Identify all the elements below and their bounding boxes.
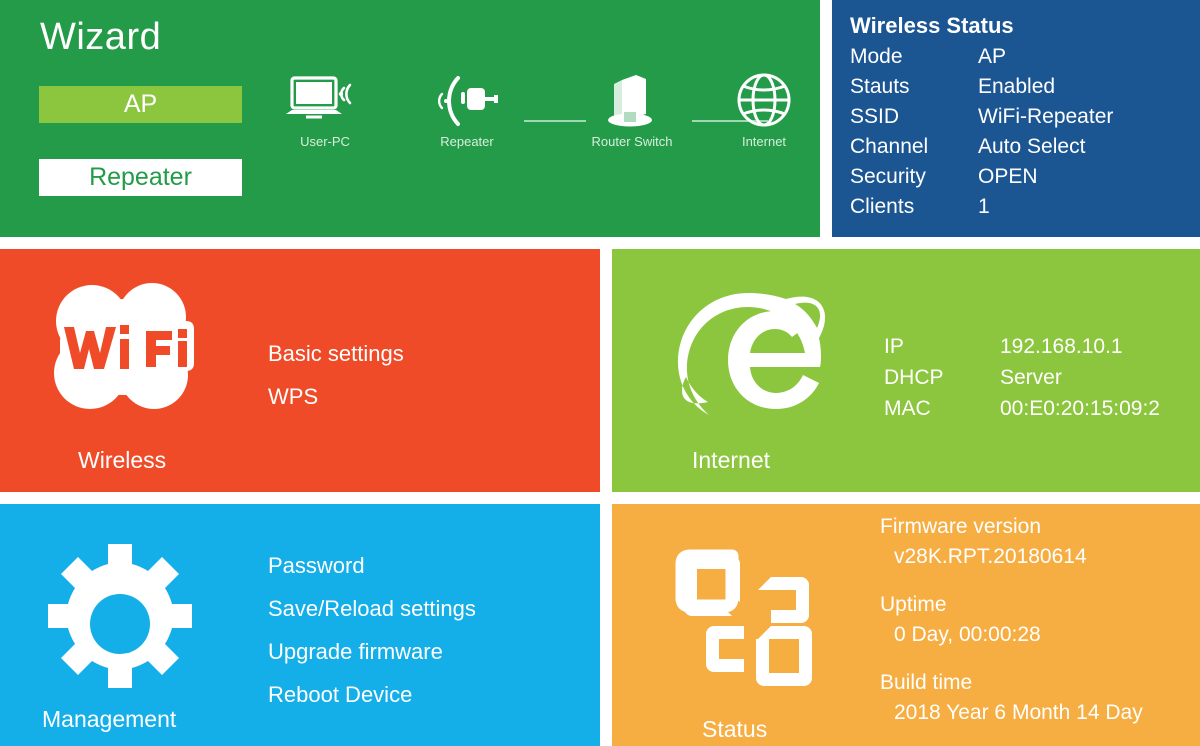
status-value: 2018 Year 6 Month 14 Day — [894, 701, 1143, 724]
wireless-status-value: 1 — [978, 195, 990, 218]
status-value: v28K.RPT.20180614 — [894, 545, 1087, 568]
router-dashboard: Wizard AP Repeater User-PC Repeater Rout… — [0, 0, 1200, 746]
status-label: Firmware version — [880, 515, 1042, 538]
wizard-panel: Wizard AP Repeater User-PC Repeater Rout… — [0, 0, 820, 237]
link-wps[interactable]: WPS — [268, 375, 404, 418]
tile-internet[interactable]: Internet IP 192.168.10.1 DHCP Server MAC… — [612, 249, 1200, 492]
mode-button-ap[interactable]: AP — [39, 86, 242, 123]
wireless-status-value: AP — [978, 45, 1007, 68]
office-squares-icon — [674, 546, 824, 701]
tile-status-info: Firmware version v28K.RPT.20180614 Uptim… — [880, 512, 1143, 746]
network-topology-diagram: User-PC Repeater Router Switch Internet — [262, 70, 820, 170]
internet-value: 00:E0:20:15:09:2 — [1000, 397, 1160, 420]
link-password[interactable]: Password — [268, 544, 476, 587]
tile-internet-caption: Internet — [692, 447, 770, 473]
mode-button-repeater[interactable]: Repeater — [39, 159, 242, 196]
topology-node-internet: Internet — [714, 70, 814, 149]
wireless-status-row-channel: Channel Auto Select — [850, 135, 1190, 165]
wireless-status-row-status: Stauts Enabled — [850, 75, 1190, 105]
status-group-uptime: Uptime 0 Day, 00:00:28 — [880, 590, 1143, 650]
internet-key: IP — [884, 335, 904, 358]
topology-node-repeater-label: Repeater — [440, 134, 494, 149]
internet-key: MAC — [884, 397, 931, 420]
wireless-status-rows: Mode AP Stauts Enabled SSID WiFi-Repeate… — [850, 45, 1190, 225]
repeater-antenna-icon — [412, 70, 522, 132]
internet-row-ip: IP 192.168.10.1 — [884, 331, 1160, 362]
topology-node-user-pc: User-PC — [270, 70, 380, 149]
wireless-status-title: Wireless Status — [850, 13, 1014, 38]
wireless-status-panel: Wireless Status Mode AP Stauts Enabled S… — [832, 0, 1200, 237]
status-label: Build time — [880, 671, 973, 694]
mode-button-repeater-label: Repeater — [89, 163, 192, 191]
globe-icon — [714, 70, 814, 132]
wireless-status-row-clients: Clients 1 — [850, 195, 1190, 225]
wireless-status-key: Security — [850, 165, 926, 188]
link-basic-settings[interactable]: Basic settings — [268, 332, 404, 375]
laptop-wifi-icon — [270, 70, 380, 132]
wireless-status-key: SSID — [850, 105, 900, 128]
tile-management-links: Password Save/Reload settings Upgrade fi… — [268, 544, 476, 716]
tile-wireless-links: Basic settings WPS — [268, 332, 404, 418]
link-upgrade-firmware[interactable]: Upgrade firmware — [268, 630, 476, 673]
wireless-status-row-security: Security OPEN — [850, 165, 1190, 195]
gear-icon — [36, 540, 204, 713]
topology-node-user-pc-label: User-PC — [300, 134, 350, 149]
wireless-status-value: WiFi-Repeater — [978, 105, 1114, 128]
link-reboot-device[interactable]: Reboot Device — [268, 673, 476, 716]
wireless-status-key: Channel — [850, 135, 929, 158]
mode-button-ap-label: AP — [123, 90, 158, 118]
wireless-status-key: Mode — [850, 45, 903, 68]
wifi-logo-icon — [34, 277, 224, 422]
link-save-reload-settings[interactable]: Save/Reload settings — [268, 587, 476, 630]
status-group-build-time: Build time 2018 Year 6 Month 14 Day — [880, 668, 1143, 728]
wireless-status-value: Auto Select — [978, 135, 1086, 158]
status-group-firmware-version: Firmware version v28K.RPT.20180614 — [880, 512, 1143, 572]
status-value: 0 Day, 00:00:28 — [894, 623, 1041, 646]
internet-explorer-e-icon — [664, 271, 836, 446]
wireless-status-value: Enabled — [978, 75, 1056, 98]
internet-value: Server — [1000, 366, 1062, 389]
wireless-status-key: Stauts — [850, 75, 910, 98]
router-switch-icon — [574, 70, 690, 132]
page-title: Wizard — [40, 16, 162, 58]
tile-management-caption: Management — [42, 706, 177, 732]
tile-internet-info: IP 192.168.10.1 DHCP Server MAC 00:E0:20… — [884, 331, 1160, 424]
status-label: Uptime — [880, 593, 947, 616]
internet-row-mac: MAC 00:E0:20:15:09:2 — [884, 393, 1160, 424]
internet-key: DHCP — [884, 366, 944, 389]
internet-row-dhcp: DHCP Server — [884, 362, 1160, 393]
tile-management[interactable]: Management Password Save/Reload settings… — [0, 504, 600, 746]
wireless-status-value: OPEN — [978, 165, 1038, 188]
topology-node-router-switch: Router Switch — [574, 70, 690, 149]
wireless-status-key: Clients — [850, 195, 915, 218]
tile-wireless-caption: Wireless — [78, 447, 167, 473]
tile-status[interactable]: Status Firmware version v28K.RPT.2018061… — [612, 504, 1200, 746]
internet-value: 192.168.10.1 — [1000, 335, 1123, 358]
tile-status-caption: Status — [702, 716, 768, 742]
wireless-status-row-mode: Mode AP — [850, 45, 1190, 75]
wireless-status-row-ssid: SSID WiFi-Repeater — [850, 105, 1190, 135]
topology-node-repeater: Repeater — [412, 70, 522, 149]
topology-node-router-switch-label: Router Switch — [591, 134, 673, 149]
tile-wireless[interactable]: Wireless Basic settings WPS — [0, 249, 600, 492]
topology-node-internet-label: Internet — [741, 134, 787, 149]
